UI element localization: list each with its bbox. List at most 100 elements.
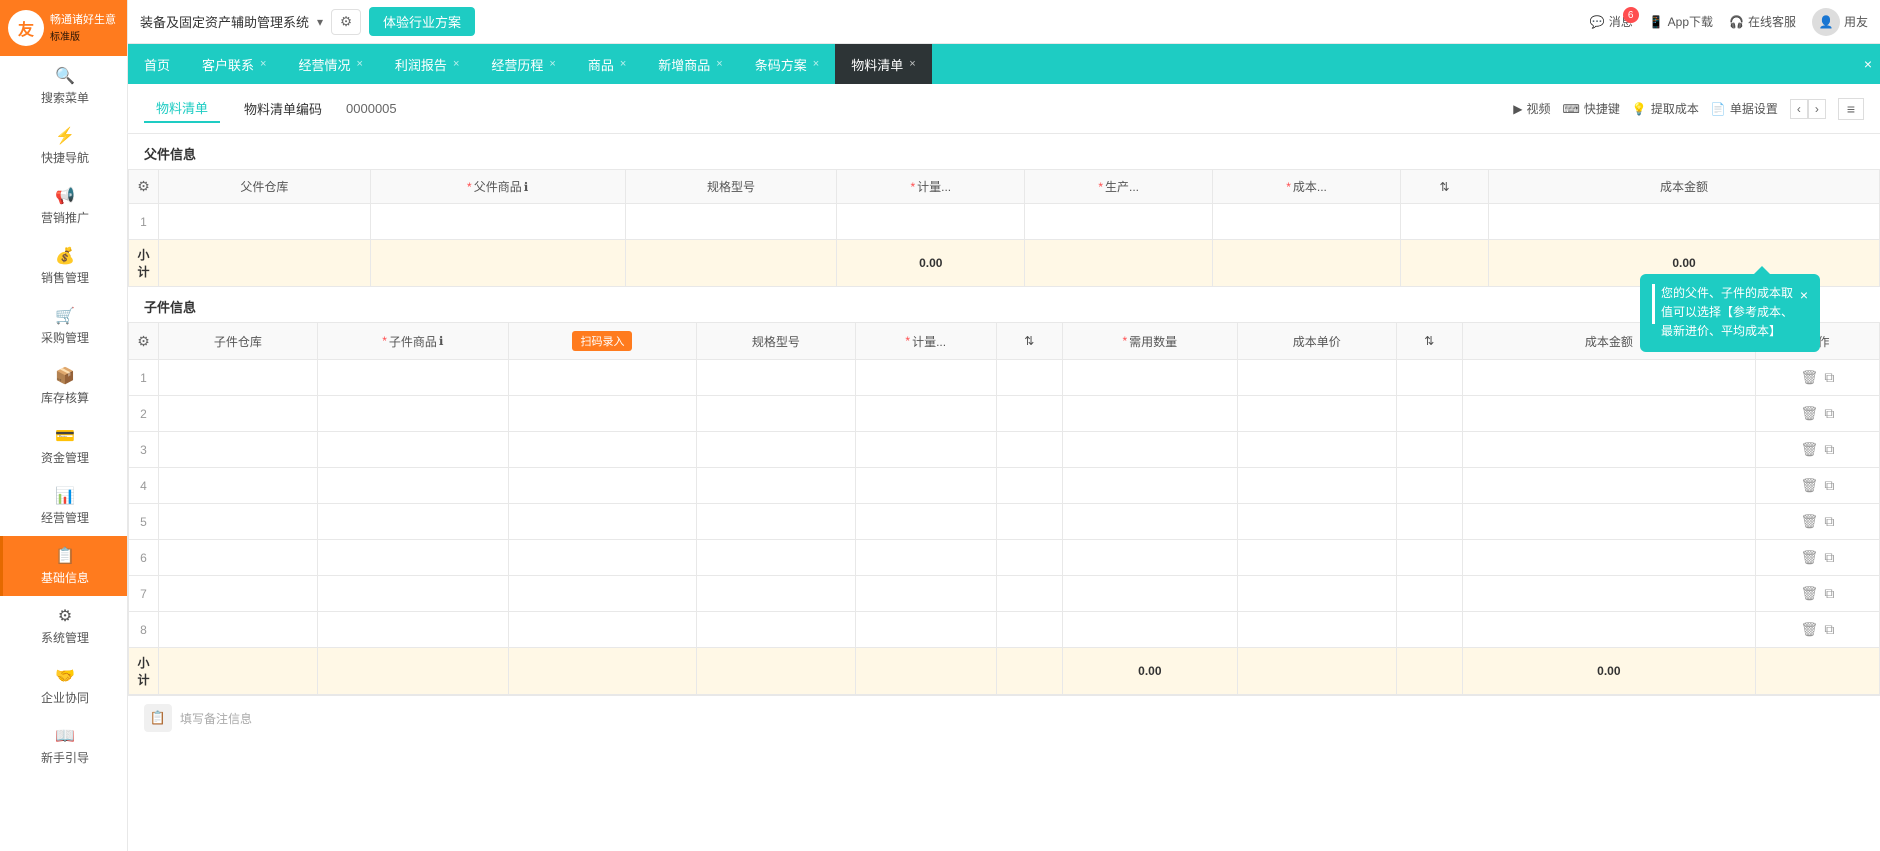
child-unitcost-cell-1[interactable] xyxy=(1237,360,1396,396)
child-spec-cell-6[interactable] xyxy=(697,540,856,576)
tab-barcode-close[interactable]: × xyxy=(813,58,819,70)
child-unitcost-cell-4[interactable] xyxy=(1237,468,1396,504)
tab-history-close[interactable]: × xyxy=(549,58,555,70)
child-warehouse-cell-6[interactable] xyxy=(159,540,318,576)
child-qty-cell-1[interactable] xyxy=(1062,360,1237,396)
child-qty-cell-5[interactable] xyxy=(1062,504,1237,540)
delete-btn-6[interactable]: 🗑 xyxy=(1801,549,1819,566)
child-warehouse-cell-1[interactable] xyxy=(159,360,318,396)
child-unit-cell-6[interactable] xyxy=(855,540,996,576)
parent-produce-cell[interactable] xyxy=(1025,204,1213,240)
child-warehouse-cell-2[interactable] xyxy=(159,396,318,432)
parent-warehouse-cell[interactable] xyxy=(159,204,371,240)
delete-btn-3[interactable]: 🗑 xyxy=(1801,441,1819,458)
sidebar-item-search[interactable]: 🔍 搜索菜单 xyxy=(0,56,127,116)
footer-icon[interactable]: 📋 xyxy=(144,704,172,732)
close-all-tabs-button[interactable]: × xyxy=(1856,56,1880,72)
cost-action[interactable]: 💡 提取成本 xyxy=(1632,100,1699,117)
breadcrumb-tab2[interactable]: 物料清单编码 xyxy=(232,95,334,122)
sidebar-item-marketing[interactable]: 📢 营销推广 xyxy=(0,176,127,236)
tab-newgoods[interactable]: 新增商品 × xyxy=(642,44,738,84)
child-product-cell-7[interactable] xyxy=(317,576,508,612)
child-warehouse-cell-5[interactable] xyxy=(159,504,318,540)
child-warehouse-cell-7[interactable] xyxy=(159,576,318,612)
child-unitcost-cell-2[interactable] xyxy=(1237,396,1396,432)
child-unitcost-cell-8[interactable] xyxy=(1237,612,1396,648)
child-qty-cell-3[interactable] xyxy=(1062,432,1237,468)
child-unit-cell-1[interactable] xyxy=(855,360,996,396)
child-spec-cell-3[interactable] xyxy=(697,432,856,468)
child-unitcost-cell-7[interactable] xyxy=(1237,576,1396,612)
delete-btn-5[interactable]: 🗑 xyxy=(1801,513,1819,530)
sidebar-item-guide[interactable]: 📖 新手引导 xyxy=(0,716,127,776)
child-unitcost-cell-3[interactable] xyxy=(1237,432,1396,468)
child-warehouse-cell-4[interactable] xyxy=(159,468,318,504)
child-qty-cell-6[interactable] xyxy=(1062,540,1237,576)
sidebar-item-basicinfo[interactable]: 📋 基础信息 xyxy=(0,536,127,596)
tooltip-close-btn[interactable]: × xyxy=(1800,284,1808,306)
menu-btn[interactable]: ≡ xyxy=(1838,98,1864,120)
child-unitcost-cell-6[interactable] xyxy=(1237,540,1396,576)
copy-btn-4[interactable]: ⧉ xyxy=(1824,477,1834,494)
child-qty-cell-7[interactable] xyxy=(1062,576,1237,612)
sidebar-item-system[interactable]: ⚙ 系统管理 xyxy=(0,596,127,656)
scan-button[interactable]: 扫码录入 xyxy=(572,331,632,351)
tab-ops-close[interactable]: × xyxy=(356,58,362,70)
parent-cost-cell[interactable] xyxy=(1213,204,1401,240)
tab-bom[interactable]: 物料清单 × xyxy=(835,44,931,84)
tab-newgoods-close[interactable]: × xyxy=(716,58,722,70)
view-action[interactable]: ▶ 视频 xyxy=(1513,100,1550,117)
sidebar-item-inventory[interactable]: 📦 库存核算 xyxy=(0,356,127,416)
child-qty-cell-4[interactable] xyxy=(1062,468,1237,504)
parent-spec-cell[interactable] xyxy=(625,204,837,240)
delete-btn-4[interactable]: 🗑 xyxy=(1801,477,1819,494)
child-product-cell-3[interactable] xyxy=(317,432,508,468)
child-product-cell-2[interactable] xyxy=(317,396,508,432)
breadcrumb-tab1[interactable]: 物料清单 xyxy=(144,94,220,123)
delete-btn-7[interactable]: 🗑 xyxy=(1801,585,1819,602)
child-spec-cell-1[interactable] xyxy=(697,360,856,396)
tab-home[interactable]: 首页 xyxy=(128,44,186,84)
copy-btn-2[interactable]: ⧉ xyxy=(1824,405,1834,422)
child-unit-cell-5[interactable] xyxy=(855,504,996,540)
child-spec-cell-2[interactable] xyxy=(697,396,856,432)
child-product-cell-6[interactable] xyxy=(317,540,508,576)
tab-customer[interactable]: 客户联系 × xyxy=(186,44,282,84)
tab-barcode[interactable]: 条码方案 × xyxy=(739,44,835,84)
child-unitcost-cell-5[interactable] xyxy=(1237,504,1396,540)
child-product-cell-8[interactable] xyxy=(317,612,508,648)
sidebar-item-sales[interactable]: 💰 销售管理 xyxy=(0,236,127,296)
child-qty-cell-2[interactable] xyxy=(1062,396,1237,432)
child-warehouse-cell-3[interactable] xyxy=(159,432,318,468)
sidebar-item-purchase[interactable]: 🛒 采购管理 xyxy=(0,296,127,356)
copy-btn-7[interactable]: ⧉ xyxy=(1824,585,1834,602)
copy-btn-3[interactable]: ⧉ xyxy=(1824,441,1834,458)
tab-profit-close[interactable]: × xyxy=(453,58,459,70)
child-unit-cell-3[interactable] xyxy=(855,432,996,468)
child-product-cell-5[interactable] xyxy=(317,504,508,540)
tab-profit[interactable]: 利润报告 × xyxy=(379,44,475,84)
tab-goods-close[interactable]: × xyxy=(620,58,626,70)
child-product-cell-1[interactable] xyxy=(317,360,508,396)
child-unit-cell-2[interactable] xyxy=(855,396,996,432)
child-spec-cell-8[interactable] xyxy=(697,612,856,648)
shortcut-action[interactable]: ⌨ 快捷键 xyxy=(1563,100,1620,117)
tab-customer-close[interactable]: × xyxy=(260,58,266,70)
child-unit-cell-8[interactable] xyxy=(855,612,996,648)
tab-bom-close[interactable]: × xyxy=(909,58,915,70)
online-service-action[interactable]: 🎧 在线客服 xyxy=(1729,13,1796,30)
child-product-cell-4[interactable] xyxy=(317,468,508,504)
sidebar-item-enterprise[interactable]: 🤝 企业协同 xyxy=(0,656,127,716)
child-spec-cell-5[interactable] xyxy=(697,504,856,540)
child-spec-cell-7[interactable] xyxy=(697,576,856,612)
copy-btn-8[interactable]: ⧉ xyxy=(1824,621,1834,638)
tab-history[interactable]: 经营历程 × xyxy=(475,44,571,84)
copy-btn-6[interactable]: ⧉ xyxy=(1824,549,1834,566)
message-action[interactable]: 💬 消息 6 xyxy=(1590,13,1633,30)
copy-btn-5[interactable]: ⧉ xyxy=(1824,513,1834,530)
delete-btn-1[interactable]: 🗑 xyxy=(1801,369,1819,386)
system-dropdown-btn[interactable]: ▾ xyxy=(317,15,323,29)
child-qty-cell-8[interactable] xyxy=(1062,612,1237,648)
next-btn[interactable]: › xyxy=(1808,99,1826,119)
sidebar-item-operations[interactable]: 📊 经营管理 xyxy=(0,476,127,536)
